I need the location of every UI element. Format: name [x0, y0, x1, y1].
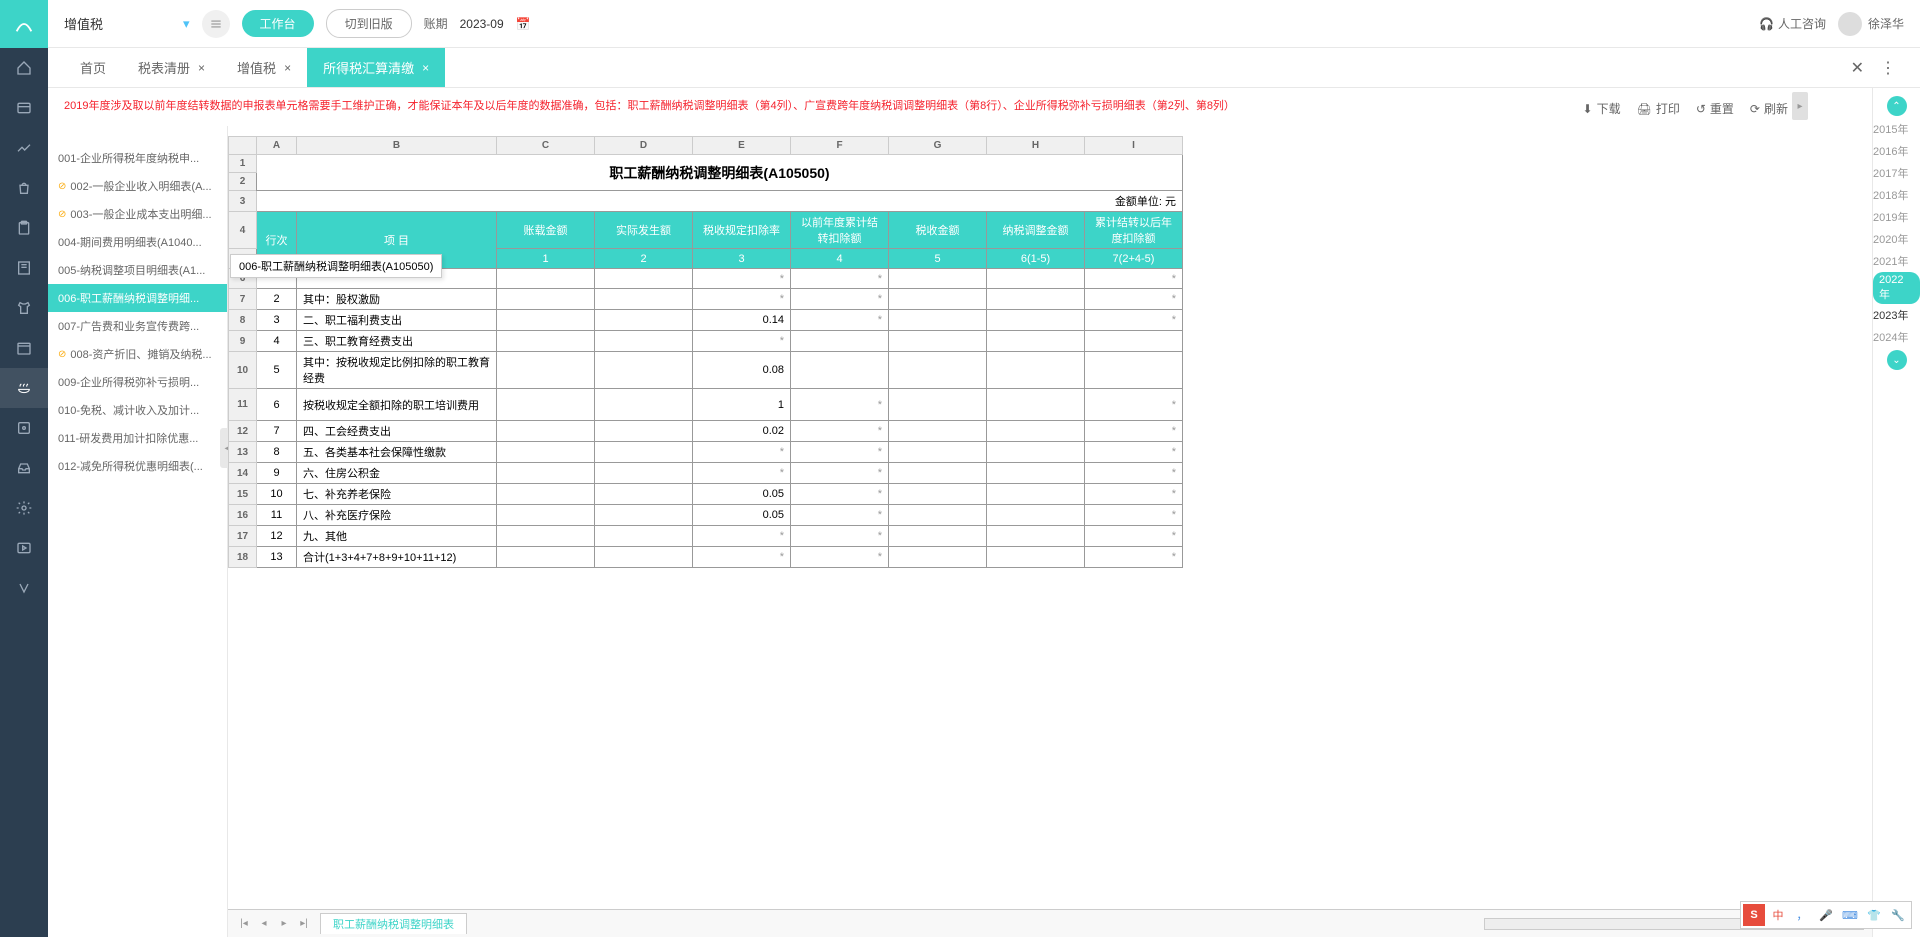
spreadsheet-area: 2019年度涉及取以前年度结转数据的申报表单元格需要手工维护正确，才能保证本年及… [228, 88, 1872, 937]
reset-icon: ↺ [1696, 102, 1706, 116]
close-all-tabs[interactable]: ✕ [1843, 58, 1872, 78]
period-label: 账期 [424, 15, 448, 32]
tree-item-tooltip: 006-职工薪酬纳税调整明细表(A105050) [230, 254, 442, 278]
tab-3[interactable]: 所得税汇算清缴× [307, 48, 445, 87]
chevron-down-icon: ▾ [183, 16, 190, 32]
year-2015年[interactable]: 2015年 [1873, 118, 1920, 140]
tree-item-9[interactable]: 010-免税、减计收入及加计... [48, 396, 227, 424]
sheet-tab-bar: |◂ ◂ ▸ ▸| 职工薪酬纳税调整明细表 [228, 909, 1872, 937]
consult-link[interactable]: 🎧 人工咨询 [1759, 15, 1826, 32]
year-2023年[interactable]: 2023年 [1873, 304, 1920, 326]
warn-icon: ⊘ [58, 181, 66, 192]
warn-icon: ⊘ [58, 349, 66, 360]
year-2020年[interactable]: 2020年 [1873, 228, 1920, 250]
worktable-button[interactable]: 工作台 [242, 10, 314, 37]
nav-book-icon[interactable] [0, 248, 48, 288]
tree-item-3[interactable]: 004-期间费用明细表(A1040... [48, 228, 227, 256]
nav-gear-icon[interactable] [0, 488, 48, 528]
expand-marker[interactable]: ▸ [1792, 92, 1808, 120]
ime-mic-icon[interactable]: 🎤 [1815, 904, 1837, 926]
calendar-icon[interactable]: 📅 [516, 17, 531, 31]
tree-item-2[interactable]: ⊘003-一般企业成本支出明细... [48, 200, 227, 228]
logo-icon[interactable] [0, 0, 48, 48]
tabs-menu[interactable]: ⋮ [1872, 58, 1904, 78]
tab-1[interactable]: 税表清册× [122, 48, 221, 87]
nav-inbox-icon[interactable] [0, 448, 48, 488]
sheet-nav-prev[interactable]: ◂ [256, 918, 272, 929]
spreadsheet[interactable]: ABCDEFGHI1职工薪酬纳税调整明细表(A105050)23金额单位: 元4… [228, 136, 1872, 909]
ime-tool-icon[interactable]: 🔧 [1887, 904, 1909, 926]
download-button[interactable]: ⬇下载 [1583, 100, 1621, 117]
oldversion-button[interactable]: 切到旧版 [326, 9, 412, 38]
year-2024年[interactable]: 2024年 [1873, 326, 1920, 348]
tree-item-5[interactable]: 006-职工薪酬纳税调整明细... [48, 284, 227, 312]
left-sidebar [0, 0, 48, 937]
nav-clipboard-icon[interactable] [0, 208, 48, 248]
ime-keyboard-icon[interactable]: ⌨ [1839, 904, 1861, 926]
sheet-nav-next[interactable]: ▸ [276, 918, 292, 929]
tree-item-10[interactable]: 011-研发费用加计扣除优惠... [48, 424, 227, 452]
nav-chart-icon[interactable] [0, 128, 48, 168]
nav-food-icon[interactable] [0, 368, 48, 408]
sheet-nav: |◂ ◂ ▸ ▸| [236, 918, 312, 929]
headset-icon: 🎧 [1759, 17, 1774, 31]
tree-item-6[interactable]: 007-广告费和业务宣传费跨... [48, 312, 227, 340]
nav-home-icon[interactable] [0, 48, 48, 88]
print-button[interactable]: 🖨打印 [1637, 100, 1680, 117]
sheet-nav-last[interactable]: ▸| [296, 918, 312, 929]
year-scroll-down[interactable]: ⌄ [1887, 350, 1907, 370]
list-icon-button[interactable] [202, 10, 230, 38]
tree-item-4[interactable]: 005-纳税调整项目明细表(A1... [48, 256, 227, 284]
nav-v-icon[interactable] [0, 568, 48, 608]
sheet-tab[interactable]: 职工薪酬纳税调整明细表 [320, 913, 467, 934]
tab-0[interactable]: 首页 [64, 48, 122, 87]
tab-bar: 首页税表清册×增值税×所得税汇算清缴× ✕ ⋮ [48, 48, 1920, 88]
tree-item-11[interactable]: 012-减免所得税优惠明细表(... [48, 452, 227, 480]
tree-item-1[interactable]: ⊘002-一般企业收入明细表(A... [48, 172, 227, 200]
nav-bag-icon[interactable] [0, 168, 48, 208]
tab-2[interactable]: 增值税× [221, 48, 307, 87]
ime-lang[interactable]: 中 [1767, 904, 1789, 926]
form-tree-panel: 001-企业所得税年度纳税申...⊘002-一般企业收入明细表(A...⊘003… [48, 88, 228, 937]
nav-shirt-icon[interactable] [0, 288, 48, 328]
download-icon: ⬇ [1583, 102, 1593, 116]
topbar: 增值税 ▾ 工作台 切到旧版 账期 2023-09 📅 🎧 人工咨询 徐泽华 [48, 0, 1920, 48]
year-2017年[interactable]: 2017年 [1873, 162, 1920, 184]
nav-calendar-icon[interactable] [0, 328, 48, 368]
tab-close-icon[interactable]: × [422, 61, 429, 75]
nav-card-icon[interactable] [0, 88, 48, 128]
year-2016年[interactable]: 2016年 [1873, 140, 1920, 162]
refresh-icon: ⟳ [1750, 102, 1760, 116]
year-2019年[interactable]: 2019年 [1873, 206, 1920, 228]
user-menu[interactable]: 徐泽华 [1838, 12, 1904, 36]
warning-notice: 2019年度涉及取以前年度结转数据的申报表单元格需要手工维护正确，才能保证本年及… [48, 88, 1788, 126]
tree-item-0[interactable]: 001-企业所得税年度纳税申... [48, 144, 227, 172]
period-value[interactable]: 2023-09 [460, 17, 504, 31]
ime-punct[interactable]: ， [1791, 904, 1813, 926]
reset-button[interactable]: ↺重置 [1696, 100, 1734, 117]
tab-close-icon[interactable]: × [198, 61, 205, 75]
sheet-toolbar: ⬇下载 🖨打印 ↺重置 ⟳刷新 [1583, 100, 1788, 117]
print-icon: 🖨 [1637, 102, 1652, 116]
year-2021年[interactable]: 2021年 [1873, 250, 1920, 272]
year-2022年[interactable]: 2022年 [1873, 272, 1920, 304]
year-panel: ⌃ 2015年2016年2017年2018年2019年2020年2021年202… [1872, 88, 1920, 937]
year-2018年[interactable]: 2018年 [1873, 184, 1920, 206]
refresh-button[interactable]: ⟳刷新 [1750, 100, 1788, 117]
ime-toolbar: S 中 ， 🎤 ⌨ 👕 🔧 [1740, 901, 1912, 929]
ime-skin-icon[interactable]: 👕 [1863, 904, 1885, 926]
tree-item-8[interactable]: 009-企业所得税弥补亏损明... [48, 368, 227, 396]
tree-item-7[interactable]: ⊘008-资产折旧、摊销及纳税... [48, 340, 227, 368]
ime-logo-icon[interactable]: S [1743, 904, 1765, 926]
nav-video-icon[interactable] [0, 528, 48, 568]
nav-tag-icon[interactable] [0, 408, 48, 448]
year-scroll-up[interactable]: ⌃ [1887, 96, 1907, 116]
tab-close-icon[interactable]: × [284, 61, 291, 75]
sheet-nav-first[interactable]: |◂ [236, 918, 252, 929]
warn-icon: ⊘ [58, 209, 66, 220]
company-select[interactable]: 增值税 ▾ [64, 14, 190, 33]
avatar-icon [1838, 12, 1862, 36]
